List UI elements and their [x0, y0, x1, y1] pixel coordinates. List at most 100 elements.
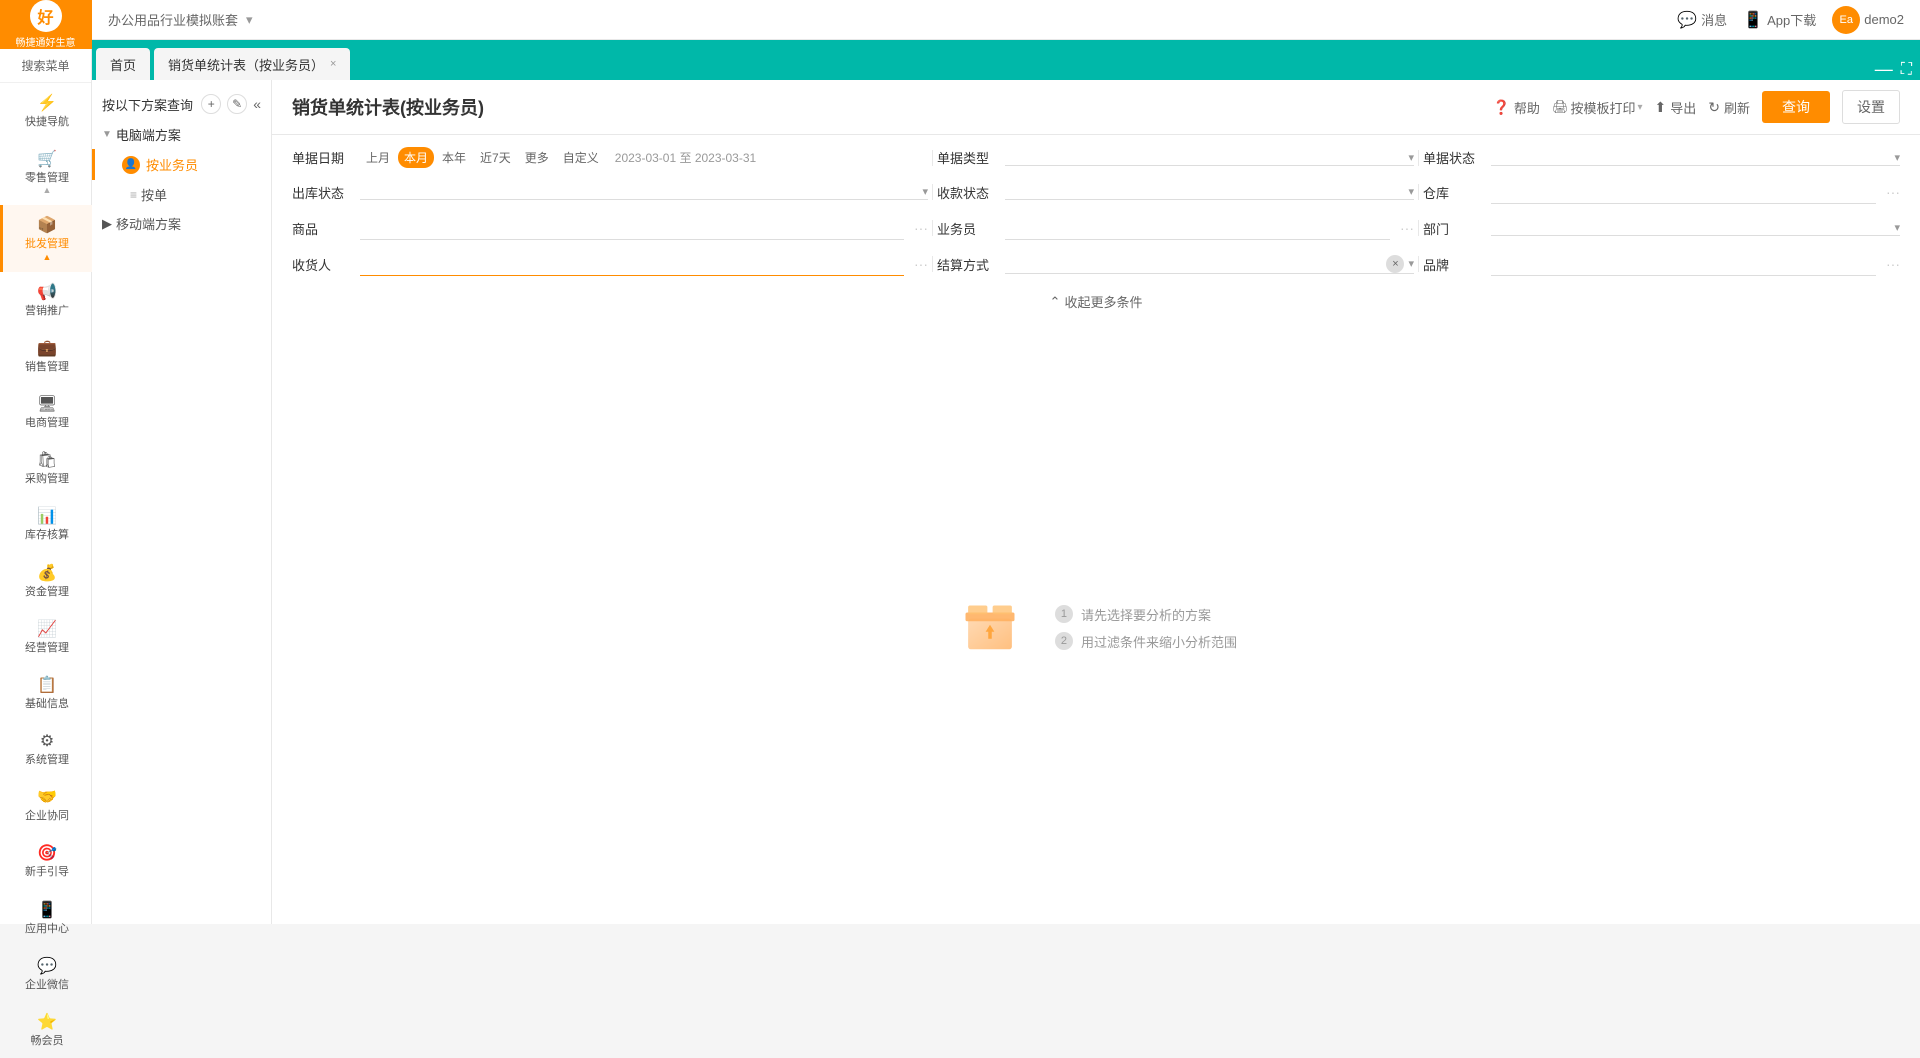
sidebar-search-entry[interactable]: 搜索菜单 [0, 49, 91, 83]
sidebar-item-retail[interactable]: 🛒 零售管理 ▲ [0, 139, 92, 205]
app-download-button[interactable]: 📱 App下载 [1743, 10, 1816, 30]
out-status-select[interactable] [360, 184, 922, 199]
payment-clear-button[interactable]: × [1386, 255, 1404, 273]
topbar: 办公用品行业模拟账套 ▾ 💬 消息 📱 App下载 Ea demo2 [92, 0, 1920, 40]
empty-box: 1 请先选择要分析的方案 2 用过滤条件来缩小分析范围 [955, 588, 1237, 668]
help-button[interactable]: ❓ 帮助 [1492, 98, 1539, 117]
tab-home[interactable]: 首页 [96, 48, 150, 80]
dept-label: 部门 [1423, 219, 1483, 238]
date-tab-this-month[interactable]: 本月 [398, 147, 434, 168]
template-print-button[interactable]: 🖨 按模板打印 ▾ [1552, 98, 1643, 117]
filter-row-2: 出库状态 ▾ 收款状态 ▾ [292, 180, 1900, 204]
sidebar-item-appstore[interactable]: 📱 应用中心 [0, 890, 92, 946]
logo[interactable]: 好 畅捷通好生意 [0, 0, 92, 49]
collapse-row: ⌃ 收起更多条件 [292, 288, 1900, 319]
by-order-icon: ≡ [130, 188, 137, 202]
tab-close-button[interactable]: × [330, 59, 336, 70]
staff-more-button[interactable]: ··· [1400, 220, 1414, 236]
empty-tips: 1 请先选择要分析的方案 2 用过滤条件来缩小分析范围 [1055, 605, 1237, 651]
order-type-select[interactable] [1005, 150, 1408, 165]
appstore-icon: 📱 [37, 900, 57, 920]
sidebar-item-operation[interactable]: 📈 经营管理 [0, 609, 92, 665]
date-tab-last-month[interactable]: 上月 [360, 147, 396, 168]
filter-row-4: 收货人 ··· 结算方式 × ▾ [292, 252, 1900, 276]
template-print-label: 按模板打印 [1570, 98, 1635, 117]
dept-select-wrapper: ▾ [1491, 220, 1900, 236]
brand-filter: 品牌 ··· [1423, 252, 1900, 276]
wholesale-icon: 📦 [37, 215, 57, 235]
order-status-select[interactable] [1491, 150, 1894, 165]
divider-2 [1418, 150, 1419, 166]
date-tab-more[interactable]: 更多 [519, 147, 555, 168]
receive-status-caret: ▾ [1408, 185, 1414, 198]
query-button[interactable]: 查询 [1762, 91, 1830, 123]
sidebar-item-wechat[interactable]: 💬 企业微信 [0, 946, 92, 1002]
message-button[interactable]: 💬 消息 [1677, 10, 1727, 30]
scheme-by-staff[interactable]: 👤 按业务员 [92, 149, 271, 180]
receive-status-filter: 收款状态 ▾ [937, 183, 1414, 202]
sidebar-item-basic[interactable]: 📋 基础信息 [0, 665, 92, 721]
sidebar-item-newbie[interactable]: 🎯 新手引导 [0, 833, 92, 889]
brand-more-button[interactable]: ··· [1886, 256, 1900, 272]
topbar-left: 办公用品行业模拟账套 ▾ [108, 10, 253, 29]
search-label: 搜索菜单 [21, 57, 69, 74]
edit-scheme-button[interactable]: ✎ [227, 94, 247, 114]
main-area: 办公用品行业模拟账套 ▾ 💬 消息 📱 App下载 Ea demo2 首页 [92, 0, 1920, 924]
mobile-group-header[interactable]: ▶ 移动端方案 [92, 209, 271, 238]
receive-status-select-wrapper: ▾ [1005, 184, 1414, 200]
settings-button[interactable]: 设置 [1842, 90, 1900, 124]
date-tab-7days[interactable]: 近7天 [474, 147, 517, 168]
export-button[interactable]: ⬆ 导出 [1655, 98, 1697, 117]
empty-box-svg [955, 588, 1025, 658]
collapse-left-panel-button[interactable]: « [253, 96, 261, 112]
sidebar-item-marketing[interactable]: 📢 营销推广 [0, 272, 92, 328]
sidebar-item-purchase[interactable]: 🛍 采购管理 [0, 440, 92, 496]
staff-input[interactable] [1005, 216, 1390, 240]
goods-input[interactable] [360, 216, 904, 240]
enterprise-icon: 🤝 [37, 787, 57, 807]
receiver-filter: 收货人 ··· [292, 252, 928, 276]
receiver-more-button[interactable]: ··· [914, 256, 928, 272]
sidebar-item-quick-nav[interactable]: ⚡ 快捷导航 [0, 83, 92, 139]
refresh-button[interactable]: ↻ 刷新 [1708, 98, 1750, 117]
sidebar-item-enterprise[interactable]: 🤝 企业协同 [0, 777, 92, 833]
sidebar-item-sales[interactable]: 💼 销售管理 [0, 328, 92, 384]
goods-more-button[interactable]: ··· [914, 220, 928, 236]
date-tab-this-year[interactable]: 本年 [436, 147, 472, 168]
collapse-filters-button[interactable]: ⌃ 收起更多条件 [1050, 292, 1143, 311]
tip-text-1: 请先选择要分析的方案 [1081, 605, 1211, 624]
sidebar-item-wholesale[interactable]: 📦 批发管理 ▲ [0, 205, 92, 271]
date-label: 单据日期 [292, 148, 352, 167]
receive-status-select[interactable] [1005, 184, 1408, 199]
desktop-scheme-group: ▼ 电脑端方案 👤 按业务员 ≡ 按单 [92, 120, 271, 209]
payment-select[interactable] [1005, 256, 1386, 271]
tab-minimize-button[interactable]: — [1875, 59, 1893, 80]
sidebar-item-finance[interactable]: 💰 资金管理 [0, 553, 92, 609]
sidebar-item-inventory[interactable]: 📊 库存核算 [0, 496, 92, 552]
sidebar-item-ecommerce[interactable]: 🖥 电商管理 [0, 384, 92, 440]
dept-select[interactable] [1491, 220, 1894, 235]
tab-sales-report[interactable]: 销货单统计表（按业务员） × [154, 48, 350, 80]
sidebar-item-system[interactable]: ⚙ 系统管理 [0, 721, 92, 777]
payment-label: 结算方式 [937, 255, 997, 274]
add-scheme-button[interactable]: + [201, 94, 221, 114]
desktop-group-header[interactable]: ▼ 电脑端方案 [92, 120, 271, 149]
out-status-caret: ▾ [922, 185, 928, 198]
logo-icon: 好 [30, 0, 62, 32]
operation-icon: 📈 [37, 619, 57, 639]
user-avatar[interactable]: Ea demo2 [1832, 6, 1904, 34]
warehouse-input[interactable] [1491, 180, 1876, 204]
sidebar-item-member[interactable]: ⭐ 畅会员 [0, 1002, 92, 1058]
divider-7 [932, 256, 933, 272]
brand-input[interactable] [1491, 252, 1876, 276]
divider-8 [1418, 256, 1419, 272]
warehouse-more-button[interactable]: ··· [1886, 184, 1900, 200]
breadcrumb-dropdown-icon[interactable]: ▾ [246, 12, 253, 28]
scheme-by-order[interactable]: ≡ 按单 [92, 180, 271, 209]
tab-maximize-button[interactable]: ⛶ [1901, 61, 1912, 79]
by-order-label: 按单 [141, 185, 167, 204]
date-tab-custom[interactable]: 自定义 [557, 147, 605, 168]
page-header: 销货单统计表(按业务员) ❓ 帮助 🖨 按模板打印 ▾ ⬆ 导出 [272, 80, 1920, 135]
receiver-input[interactable] [360, 252, 904, 276]
breadcrumb-text: 办公用品行业模拟账套 [108, 10, 238, 29]
